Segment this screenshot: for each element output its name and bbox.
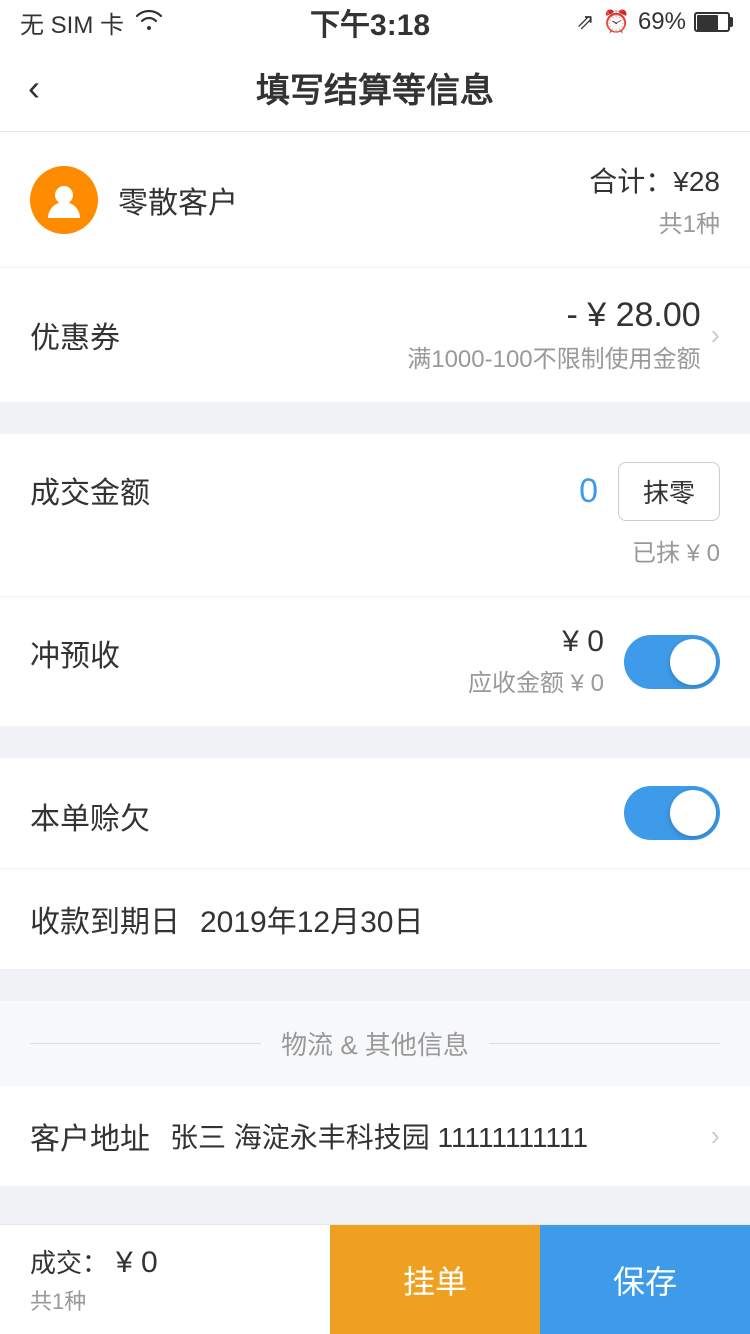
coupon-label: 优惠券 (30, 313, 120, 357)
page-title: 填写结算等信息 (256, 63, 494, 112)
coupon-amount: - ¥ 28.00 (407, 296, 700, 335)
round-zero-button[interactable]: 抹零 (618, 462, 720, 521)
deferred-label: 本单赊欠 (30, 788, 150, 838)
footer-info: 成交： ¥ 0 共1种 (0, 1225, 330, 1334)
prepayment-label: 冲预收 (30, 625, 150, 675)
deal-amount-info: 0 (579, 472, 598, 511)
footer-bar: 成交： ¥ 0 共1种 挂单 保存 (0, 1224, 750, 1334)
prepayment-amount: ¥ 0 (468, 625, 604, 659)
coupon-right: - ¥ 28.00 满1000-100不限制使用金额 › (407, 296, 720, 374)
deferred-section: 本单赊欠 收款到期日 2019年12月30日 (0, 758, 750, 969)
customer-left: 零散客户 (30, 166, 238, 234)
logistics-text: 物流 & 其他信息 (281, 1025, 469, 1062)
logistics-header: 物流 & 其他信息 (0, 1001, 750, 1086)
location-icon: ⇗ (576, 9, 594, 35)
time-text: 下午3:18 (310, 0, 430, 44)
hold-button[interactable]: 挂单 (330, 1225, 540, 1334)
wifi-icon (134, 8, 164, 37)
alarm-icon: ⏰ (603, 9, 630, 35)
address-value: 张三 海淀永丰科技园 11111111111 (170, 1116, 691, 1156)
coupon-chevron-icon: › (711, 319, 720, 351)
divider-2 (0, 742, 750, 758)
address-chevron-icon: › (711, 1120, 720, 1152)
footer-deal-amount: ¥ 0 (116, 1246, 158, 1280)
deferred-toggle-knob (670, 790, 716, 836)
total-amount: 合计：¥28 (589, 160, 720, 200)
customer-avatar (30, 166, 98, 234)
battery-text: 69% (638, 8, 686, 36)
prepayment-row: 冲预收 ¥ 0 应收金额 ¥ 0 (0, 597, 750, 726)
deal-deducted: 已抹 ¥ 0 (632, 533, 720, 568)
customer-name: 零散客户 (118, 178, 238, 222)
footer-deal-label: 成交： (30, 1243, 108, 1280)
back-button[interactable]: ‹ (28, 67, 40, 109)
address-row[interactable]: 客户地址 张三 海淀永丰科技园 11111111111 › (0, 1086, 750, 1186)
address-label: 客户地址 (30, 1114, 150, 1158)
customer-right: 合计：¥28 共1种 (589, 160, 720, 239)
prepayment-toggle-knob (670, 639, 716, 685)
divider-1 (0, 418, 750, 434)
nav-bar: ‹ 填写结算等信息 (0, 44, 750, 132)
status-left: 无 SIM 卡 (20, 5, 164, 40)
save-button[interactable]: 保存 (540, 1225, 750, 1334)
status-right: ⇗ ⏰ 69% (576, 8, 730, 36)
prepayment-right: ¥ 0 应收金额 ¥ 0 (468, 625, 720, 698)
divider-3 (0, 985, 750, 1001)
footer-count: 共1种 (30, 1284, 300, 1316)
prepayment-receivable: 应收金额 ¥ 0 (468, 663, 604, 698)
total-count: 共1种 (589, 204, 720, 239)
deferred-row: 本单赊欠 (0, 758, 750, 868)
coupon-value: - ¥ 28.00 满1000-100不限制使用金额 (407, 296, 700, 374)
deal-amount-row: 成交金额 0 抹零 已抹 ¥ 0 (0, 434, 750, 597)
deal-amount-label: 成交金额 (30, 462, 150, 512)
coupon-desc: 满1000-100不限制使用金额 (407, 339, 700, 374)
logistics-line-left (30, 1043, 261, 1044)
logistics-line-right (489, 1043, 720, 1044)
prepayment-amount-col: ¥ 0 应收金额 ¥ 0 (468, 625, 604, 698)
customer-section: 零散客户 合计：¥28 共1种 优惠券 - ¥ 28.00 满1000-100不… (0, 132, 750, 402)
carrier-text: 无 SIM 卡 (20, 5, 124, 40)
coupon-row[interactable]: 优惠券 - ¥ 28.00 满1000-100不限制使用金额 › (0, 267, 750, 402)
battery-icon (694, 12, 730, 32)
transaction-section: 成交金额 0 抹零 已抹 ¥ 0 冲预收 ¥ 0 应收金额 ¥ 0 (0, 434, 750, 726)
due-date-row: 收款到期日 2019年12月30日 (0, 868, 750, 969)
due-date-value: 2019年12月30日 (200, 897, 423, 941)
customer-row: 零散客户 合计：¥28 共1种 (0, 132, 750, 267)
deal-amount-value: 0 (579, 472, 598, 510)
address-section: 客户地址 张三 海淀永丰科技园 11111111111 › (0, 1086, 750, 1186)
deferred-toggle[interactable] (624, 786, 720, 840)
due-date-label: 收款到期日 (30, 897, 180, 941)
status-bar: 无 SIM 卡 下午3:18 ⇗ ⏰ 69% (0, 0, 750, 44)
prepayment-toggle[interactable] (624, 635, 720, 689)
